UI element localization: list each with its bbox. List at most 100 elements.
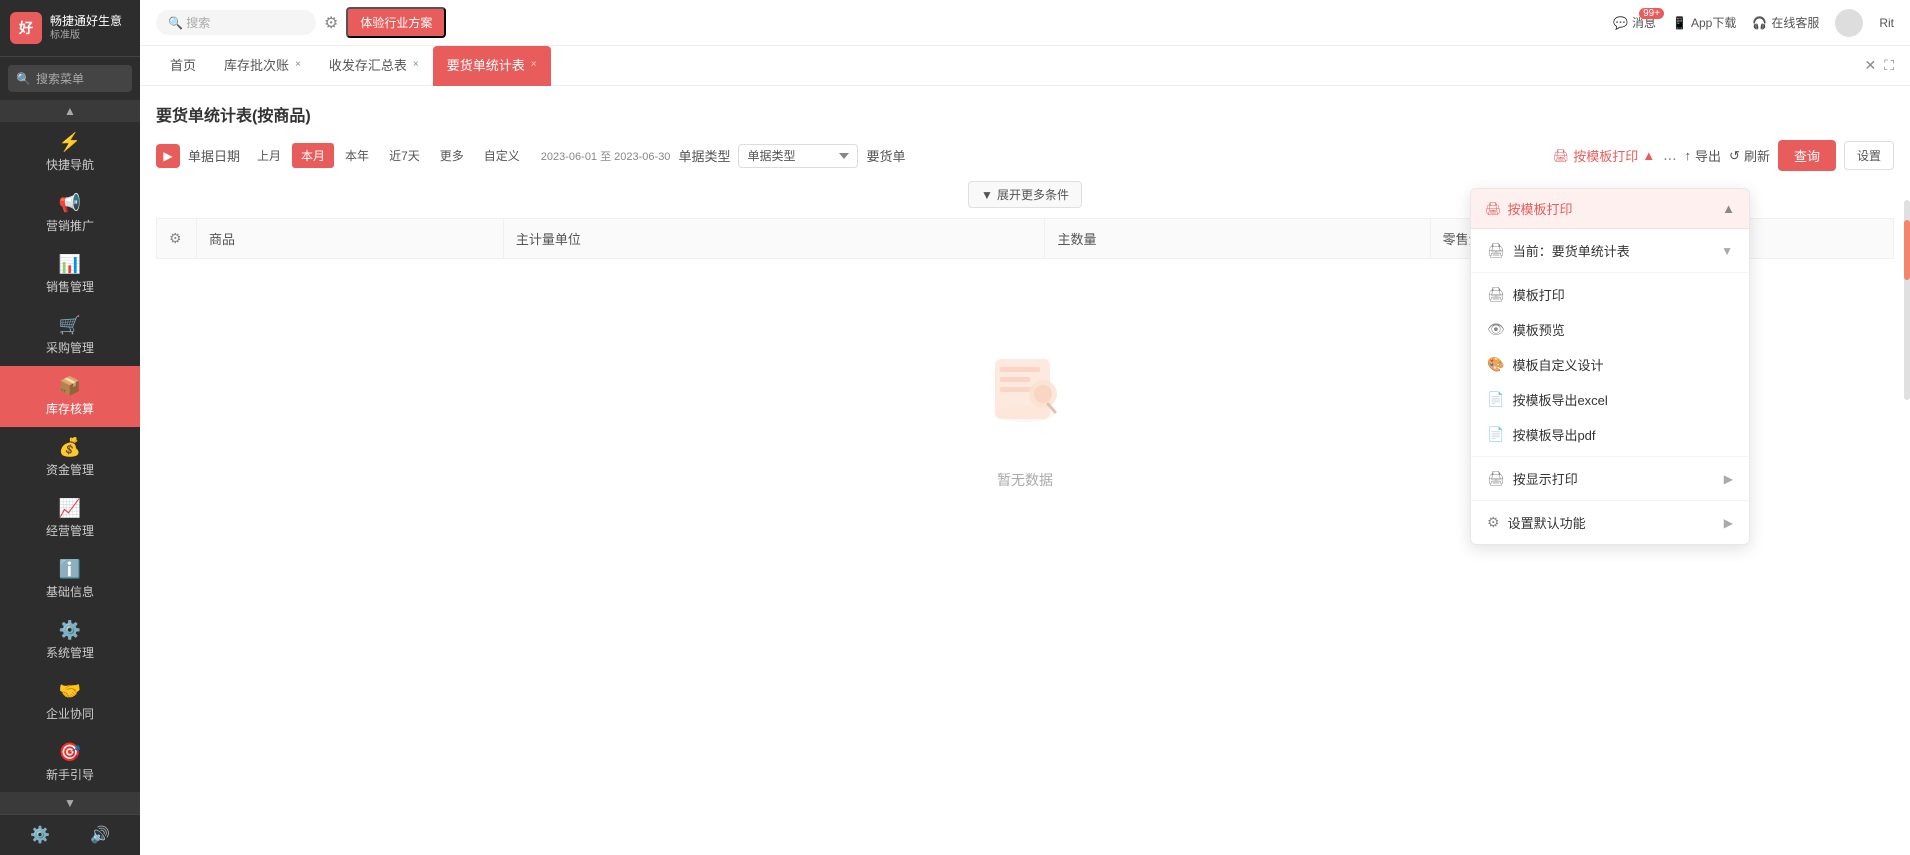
order-goods-label: 要货单: [866, 146, 905, 165]
tab-inventory-batch[interactable]: 库存批次账 ×: [210, 46, 315, 86]
sidebar-search[interactable]: 🔍 搜索菜单: [8, 65, 132, 92]
empty-text: 暂无数据: [997, 470, 1053, 490]
right-scrollbar[interactable]: [1904, 200, 1910, 400]
empty-icon: [975, 339, 1075, 458]
search-icon: 🔍: [16, 72, 31, 86]
date-tab-more[interactable]: 更多: [431, 143, 473, 168]
topbar-gear-icon[interactable]: ⚙: [324, 13, 338, 33]
printer-icon: 🖨: [1553, 148, 1570, 164]
expand-icon: ▼: [981, 188, 993, 202]
tab-order-stats[interactable]: 要货单统计表 ×: [433, 46, 551, 86]
set-default-icon: ⚙: [1487, 514, 1500, 531]
settings-icon[interactable]: ⚙️: [30, 825, 50, 845]
message-badge: 99+: [1639, 8, 1664, 19]
sales-icon: 📊: [59, 254, 81, 275]
user-avatar[interactable]: [1835, 9, 1863, 37]
print-icon: 🖨: [1485, 201, 1502, 217]
date-tab-prev-month[interactable]: 上月: [248, 143, 290, 168]
tabbar-close-icon[interactable]: ✕: [1864, 57, 1876, 74]
tab-inventory-batch-close[interactable]: ×: [295, 59, 301, 70]
sidebar-item-label: 营销推广: [46, 217, 94, 234]
message-btn[interactable]: 💬 消息 99+: [1613, 14, 1656, 31]
table-column-settings-icon[interactable]: ⚙: [169, 230, 182, 246]
expand-more-btn[interactable]: ▼ 展开更多条件: [968, 181, 1082, 208]
sidebar-item-guide[interactable]: 🎯 新手引导: [0, 732, 140, 792]
dropdown-print-section: 🖨 模板打印 👁 模板预览 🎨 模板自定义设计 📄 按模板导出excel: [1471, 273, 1749, 457]
display-print-icon: 🖨: [1487, 470, 1505, 487]
chevron-up-icon[interactable]: ▲: [1722, 201, 1735, 216]
dropdown-template-preview[interactable]: 👁 模板预览: [1471, 312, 1749, 347]
dropdown-export-excel[interactable]: 📄 按模板导出excel: [1471, 382, 1749, 417]
sidebar-logo: 好 畅捷通好生意 标准版: [0, 0, 140, 57]
system-icon: ⚙️: [59, 620, 81, 641]
dropdown-template-design[interactable]: 🎨 模板自定义设计: [1471, 347, 1749, 382]
template-preview-icon: 👁: [1487, 321, 1505, 338]
sidebar-item-finance[interactable]: 💰 资金管理: [0, 427, 140, 488]
sound-icon[interactable]: 🔊: [90, 825, 110, 845]
main-content: 🔍 搜索 ⚙ 体验行业方案 💬 消息 99+ 📱 App下载 🎧 在线客服 Ri…: [140, 0, 1910, 855]
page-title: 要货单统计表(按商品): [156, 102, 1894, 126]
tab-collection-summary[interactable]: 收发存汇总表 ×: [315, 46, 433, 86]
dropdown-display-print[interactable]: 🖨 按显示打印 ▶: [1471, 461, 1749, 496]
date-tab-group: 上月 本月 本年 近7天 更多 自定义: [248, 143, 529, 168]
more-btn[interactable]: ...: [1663, 147, 1676, 165]
page-inner: 要货单统计表(按商品) ▶ 单据日期 上月 本月 本年 近7天: [140, 86, 1910, 855]
export-excel-icon: 📄: [1487, 391, 1504, 408]
message-icon: 💬: [1613, 16, 1628, 30]
refresh-icon: ↺: [1729, 148, 1740, 164]
sidebar-item-basic[interactable]: ℹ️ 基础信息: [0, 549, 140, 610]
query-btn[interactable]: 查询: [1778, 140, 1836, 171]
sidebar-item-sales[interactable]: 📊 销售管理: [0, 244, 140, 305]
tabbar-expand-icon[interactable]: ⛶: [1884, 57, 1894, 74]
topbar-search-box[interactable]: 🔍 搜索: [156, 10, 316, 35]
set-default-arrow: ▶: [1724, 516, 1733, 530]
date-tab-current-year[interactable]: 本年: [336, 143, 378, 168]
sidebar-item-inventory[interactable]: 📦 库存核算: [0, 366, 140, 427]
sidebar-scroll-down[interactable]: ▼: [0, 792, 140, 814]
topbar-left: 🔍 搜索 ⚙ 体验行业方案: [156, 7, 446, 38]
dropdown-header: 🖨 按模板打印 ▲: [1471, 189, 1749, 229]
order-type-select[interactable]: 单据类型: [738, 144, 858, 168]
enterprise-icon: 🤝: [59, 681, 81, 702]
order-type-label: 单据类型: [678, 146, 730, 165]
dropdown-set-default[interactable]: ⚙ 设置默认功能 ▶: [1471, 505, 1749, 540]
filter-expand-btn[interactable]: ▶: [156, 144, 180, 168]
sidebar-item-marketing[interactable]: 📢 营销推广: [0, 183, 140, 244]
online-service-btn[interactable]: 🎧 在线客服: [1752, 14, 1819, 31]
topbar: 🔍 搜索 ⚙ 体验行业方案 💬 消息 99+ 📱 App下载 🎧 在线客服 Ri…: [140, 0, 1910, 46]
sidebar-item-label: 库存核算: [46, 400, 94, 417]
app-logo-icon: 好: [10, 12, 42, 44]
dropdown-current-section: 🖨 当前：要货单统计表 ▼: [1471, 229, 1749, 273]
template-print-btn[interactable]: 🖨 按模板打印 ▲: [1553, 146, 1655, 165]
sidebar-item-quick-nav[interactable]: ⚡ 快捷导航: [0, 122, 140, 183]
dropdown-menu: 🖨 按模板打印 ▲ 🖨 当前：要货单统计表 ▼: [1470, 188, 1750, 545]
date-filter-label: 单据日期: [188, 146, 240, 165]
date-tab-current-month[interactable]: 本月: [292, 143, 334, 168]
tab-home[interactable]: 首页: [156, 46, 210, 86]
sidebar-item-system[interactable]: ⚙️ 系统管理: [0, 610, 140, 671]
sidebar-item-label: 采购管理: [46, 339, 94, 356]
settings-btn[interactable]: 设置: [1844, 141, 1894, 170]
sidebar-scroll-up[interactable]: ▲: [0, 100, 140, 122]
export-btn[interactable]: ↑ 导出: [1685, 146, 1722, 165]
col-unit: 主计量单位: [503, 219, 1045, 259]
quick-nav-icon: ⚡: [59, 132, 81, 153]
sidebar-item-purchase[interactable]: 🛒 采购管理: [0, 305, 140, 366]
sidebar-item-label: 资金管理: [46, 461, 94, 478]
sidebar-item-operation[interactable]: 📈 经营管理: [0, 488, 140, 549]
dropdown-template-print[interactable]: 🖨 模板打印: [1471, 277, 1749, 312]
app-download-btn[interactable]: 📱 App下载: [1672, 14, 1736, 31]
dropdown-header-icons: ▲: [1722, 201, 1735, 216]
basic-icon: ℹ️: [59, 559, 81, 580]
dropdown-current-item[interactable]: 🖨 当前：要货单统计表 ▼: [1471, 233, 1749, 268]
tab-order-stats-close[interactable]: ×: [531, 59, 537, 70]
refresh-btn[interactable]: ↺ 刷新: [1729, 146, 1770, 165]
dropdown-export-pdf[interactable]: 📄 按模板导出pdf: [1471, 417, 1749, 452]
tab-collection-close[interactable]: ×: [413, 59, 419, 70]
sidebar-item-enterprise[interactable]: 🤝 企业协同: [0, 671, 140, 732]
date-tab-last7days[interactable]: 近7天: [380, 143, 429, 168]
chevron-up-icon: ▲: [1642, 148, 1655, 163]
current-print-icon: 🖨: [1487, 242, 1505, 259]
date-tab-custom[interactable]: 自定义: [475, 143, 529, 168]
industry-btn[interactable]: 体验行业方案: [346, 7, 446, 38]
